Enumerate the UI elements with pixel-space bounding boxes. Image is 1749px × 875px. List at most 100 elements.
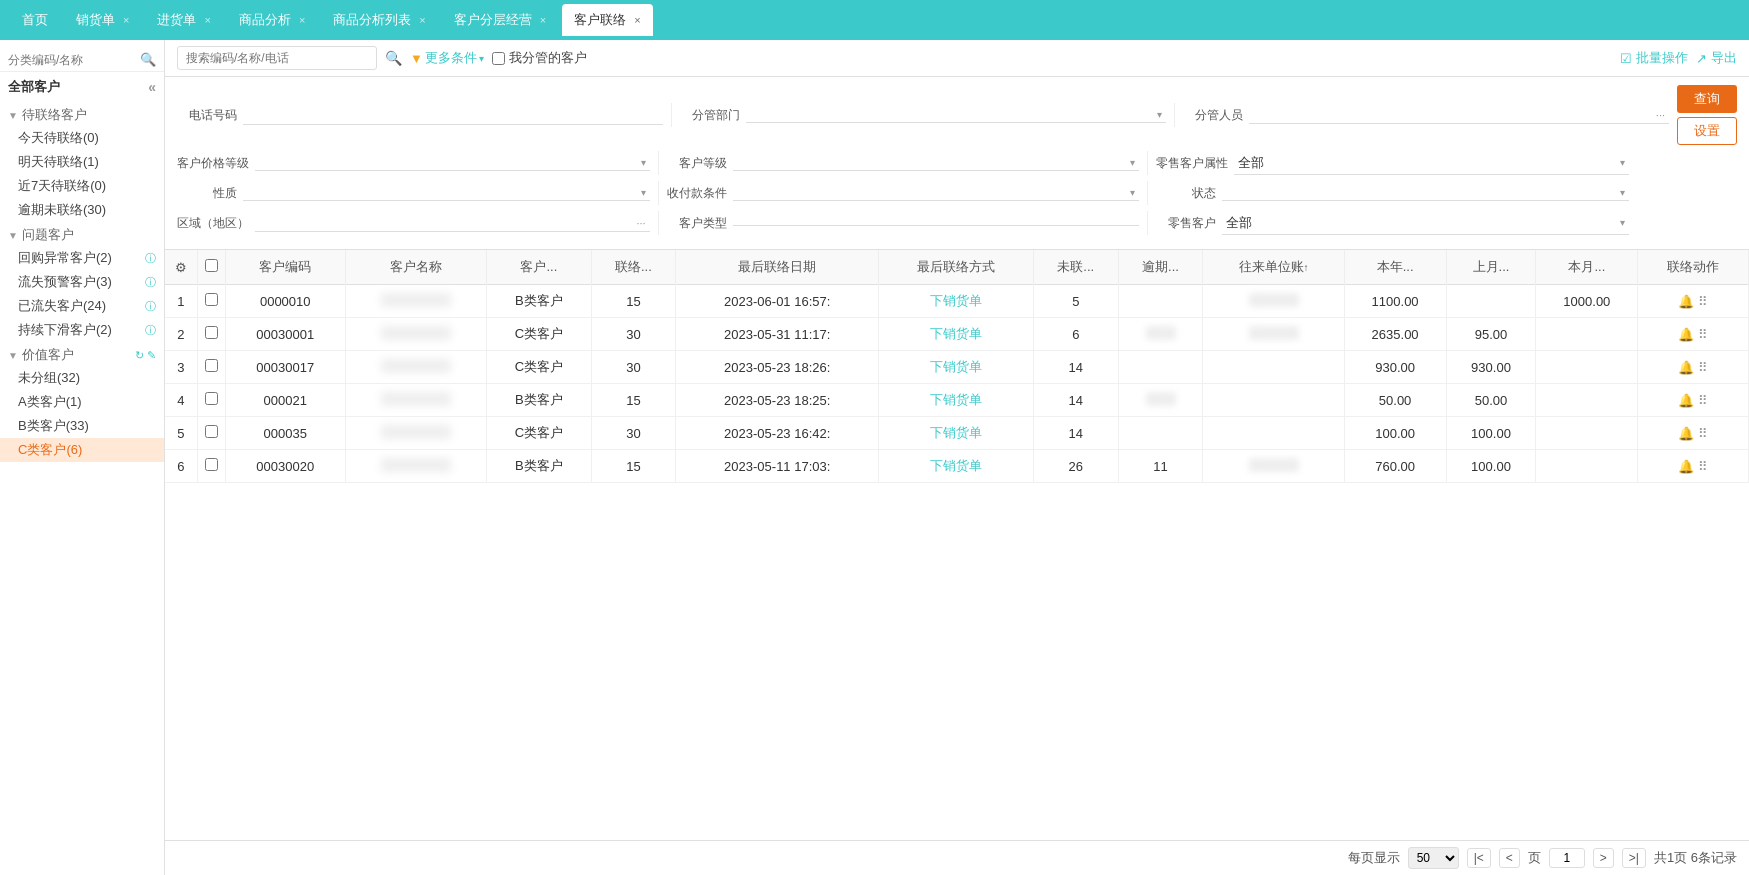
phone-action-icon-4[interactable]: 🔔 [1678, 426, 1694, 441]
more-action-icon-4[interactable]: ⠿ [1698, 426, 1708, 441]
column-overdue[interactable]: 逾期... [1118, 250, 1203, 285]
retail-attr-select[interactable]: 全部 ▾ [1234, 152, 1629, 175]
nav-tab-purchase[interactable]: 进货单 × [145, 4, 222, 36]
nav-tab-product-analysis[interactable]: 商品分析 × [227, 4, 317, 36]
phone-action-icon-3[interactable]: 🔔 [1678, 393, 1694, 408]
column-account[interactable]: 往来单位账↑ [1203, 250, 1344, 285]
manager-select[interactable]: ··· [1249, 107, 1669, 124]
sidebar-item-today[interactable]: 今天待联络(0) [0, 126, 164, 150]
nav-tab-customer-tier[interactable]: 客户分层经营 × [442, 4, 558, 36]
sidebar-item-c-class[interactable]: C类客户(6) [0, 438, 164, 462]
sidebar-item-7days[interactable]: 近7天待联络(0) [0, 174, 164, 198]
sidebar-item-churn-warning[interactable]: 流失预警客户(3) ⓘ [0, 270, 164, 294]
column-this-month[interactable]: 本月... [1536, 250, 1638, 285]
row-last-method-2[interactable]: 下销货单 [879, 351, 1034, 384]
set-button[interactable]: 设置 [1677, 117, 1737, 145]
sidebar-item-declining[interactable]: 持续下滑客户(2) ⓘ [0, 318, 164, 342]
phone-action-icon-0[interactable]: 🔔 [1678, 294, 1694, 309]
sidebar-item-churned[interactable]: 已流失客户(24) ⓘ [0, 294, 164, 318]
column-year-amount[interactable]: 本年... [1344, 250, 1446, 285]
phone-action-icon-2[interactable]: 🔔 [1678, 360, 1694, 375]
phone-action-icon-1[interactable]: 🔔 [1678, 327, 1694, 342]
region-select[interactable]: ··· [255, 215, 650, 232]
contact-method-link-3[interactable]: 下销货单 [930, 392, 982, 407]
column-type[interactable]: 客户... [487, 250, 591, 285]
row-last-method-4[interactable]: 下销货单 [879, 417, 1034, 450]
sidebar-item-a-class[interactable]: A类客户(1) [0, 390, 164, 414]
nav-tab-product-list[interactable]: 商品分析列表 × [321, 4, 437, 36]
nav-home[interactable]: 首页 [10, 7, 60, 33]
nav-tab-sales[interactable]: 销货单 × [64, 4, 141, 36]
page-number-input[interactable] [1549, 848, 1585, 868]
row-last-method-3[interactable]: 下销货单 [879, 384, 1034, 417]
edit-icon[interactable]: ✎ [147, 349, 156, 362]
column-gear[interactable]: ⚙ [165, 250, 197, 285]
group-pending-contact[interactable]: ▼ 待联络客户 [0, 102, 164, 126]
sidebar-search-input[interactable] [8, 53, 136, 67]
per-page-select[interactable]: 50 100 200 [1408, 847, 1459, 869]
retail-select[interactable]: 全部 ▾ [1222, 212, 1629, 235]
contact-method-link-2[interactable]: 下销货单 [930, 359, 982, 374]
close-tab-ct-icon[interactable]: × [540, 14, 546, 26]
row-checkbox-3[interactable] [197, 384, 225, 417]
more-action-icon-2[interactable]: ⠿ [1698, 360, 1708, 375]
contact-method-link-5[interactable]: 下销货单 [930, 458, 982, 473]
sidebar-item-tomorrow[interactable]: 明天待联络(1) [0, 150, 164, 174]
last-page-button[interactable]: >| [1622, 848, 1646, 868]
row-last-method-1[interactable]: 下销货单 [879, 318, 1034, 351]
row-checkbox-4[interactable] [197, 417, 225, 450]
my-customers-checkbox[interactable]: 我分管的客户 [492, 49, 587, 67]
refresh-icon[interactable]: ↻ [135, 349, 144, 362]
nav-tab-customer-contact[interactable]: 客户联络 × [562, 4, 652, 36]
contact-method-link-0[interactable]: 下销货单 [930, 293, 982, 308]
prev-page-button[interactable]: < [1499, 848, 1520, 868]
column-last-month[interactable]: 上月... [1446, 250, 1536, 285]
my-customers-check[interactable] [492, 52, 505, 65]
contact-method-link-1[interactable]: 下销货单 [930, 326, 982, 341]
collapse-icon[interactable]: « [148, 79, 156, 95]
filter-search-button[interactable]: 🔍 [385, 50, 402, 66]
column-contact-days[interactable]: 联络... [591, 250, 676, 285]
column-name[interactable]: 客户名称 [345, 250, 486, 285]
table-settings-icon[interactable]: ⚙ [175, 260, 187, 275]
close-tab-pa-icon[interactable]: × [299, 14, 305, 26]
group-value-customers[interactable]: ▼ 价值客户 ↻ ✎ [0, 342, 164, 366]
more-action-icon-0[interactable]: ⠿ [1698, 294, 1708, 309]
select-all-checkbox[interactable] [205, 259, 218, 272]
customer-type-select[interactable] [733, 221, 1140, 226]
nature-select[interactable]: ▾ [243, 185, 650, 201]
more-action-icon-5[interactable]: ⠿ [1698, 459, 1708, 474]
phone-input[interactable] [243, 106, 663, 125]
row-checkbox-1[interactable] [197, 318, 225, 351]
export-button[interactable]: ↗ 导出 [1696, 49, 1737, 67]
phone-action-icon-5[interactable]: 🔔 [1678, 459, 1694, 474]
column-code[interactable]: 客户编码 [225, 250, 345, 285]
group-problem-customers[interactable]: ▼ 问题客户 [0, 222, 164, 246]
all-customers-title[interactable]: 全部客户 « [0, 72, 164, 102]
dept-select[interactable]: ▾ [746, 107, 1166, 123]
more-action-icon-3[interactable]: ⠿ [1698, 393, 1708, 408]
more-action-icon-1[interactable]: ⠿ [1698, 327, 1708, 342]
first-page-button[interactable]: |< [1467, 848, 1491, 868]
sidebar-item-repurchase-abnormal[interactable]: 回购异常客户(2) ⓘ [0, 246, 164, 270]
price-grade-select[interactable]: ▾ [255, 155, 650, 171]
row-checkbox-5[interactable] [197, 450, 225, 483]
batch-operation-button[interactable]: ☑ 批量操作 [1620, 49, 1688, 67]
next-page-button[interactable]: > [1593, 848, 1614, 868]
close-tab-purchase-icon[interactable]: × [204, 14, 210, 26]
column-last-contact-method[interactable]: 最后联络方式 [879, 250, 1034, 285]
row-last-method-0[interactable]: 下销货单 [879, 285, 1034, 318]
row-checkbox-0[interactable] [197, 285, 225, 318]
sidebar-item-b-class[interactable]: B类客户(33) [0, 414, 164, 438]
row-checkbox-2[interactable] [197, 351, 225, 384]
close-tab-pl-icon[interactable]: × [419, 14, 425, 26]
sidebar-item-overdue-contact[interactable]: 逾期未联络(30) [0, 198, 164, 222]
filter-search-input[interactable] [177, 46, 377, 70]
column-checkbox[interactable] [197, 250, 225, 285]
close-tab-sales-icon[interactable]: × [123, 14, 129, 26]
close-tab-cc-icon[interactable]: × [634, 14, 640, 26]
sidebar-item-ungroup[interactable]: 未分组(32) [0, 366, 164, 390]
column-uncontact[interactable]: 未联... [1033, 250, 1118, 285]
sidebar-search-icon[interactable]: 🔍 [140, 52, 156, 67]
column-last-contact-date[interactable]: 最后联络日期 [676, 250, 879, 285]
